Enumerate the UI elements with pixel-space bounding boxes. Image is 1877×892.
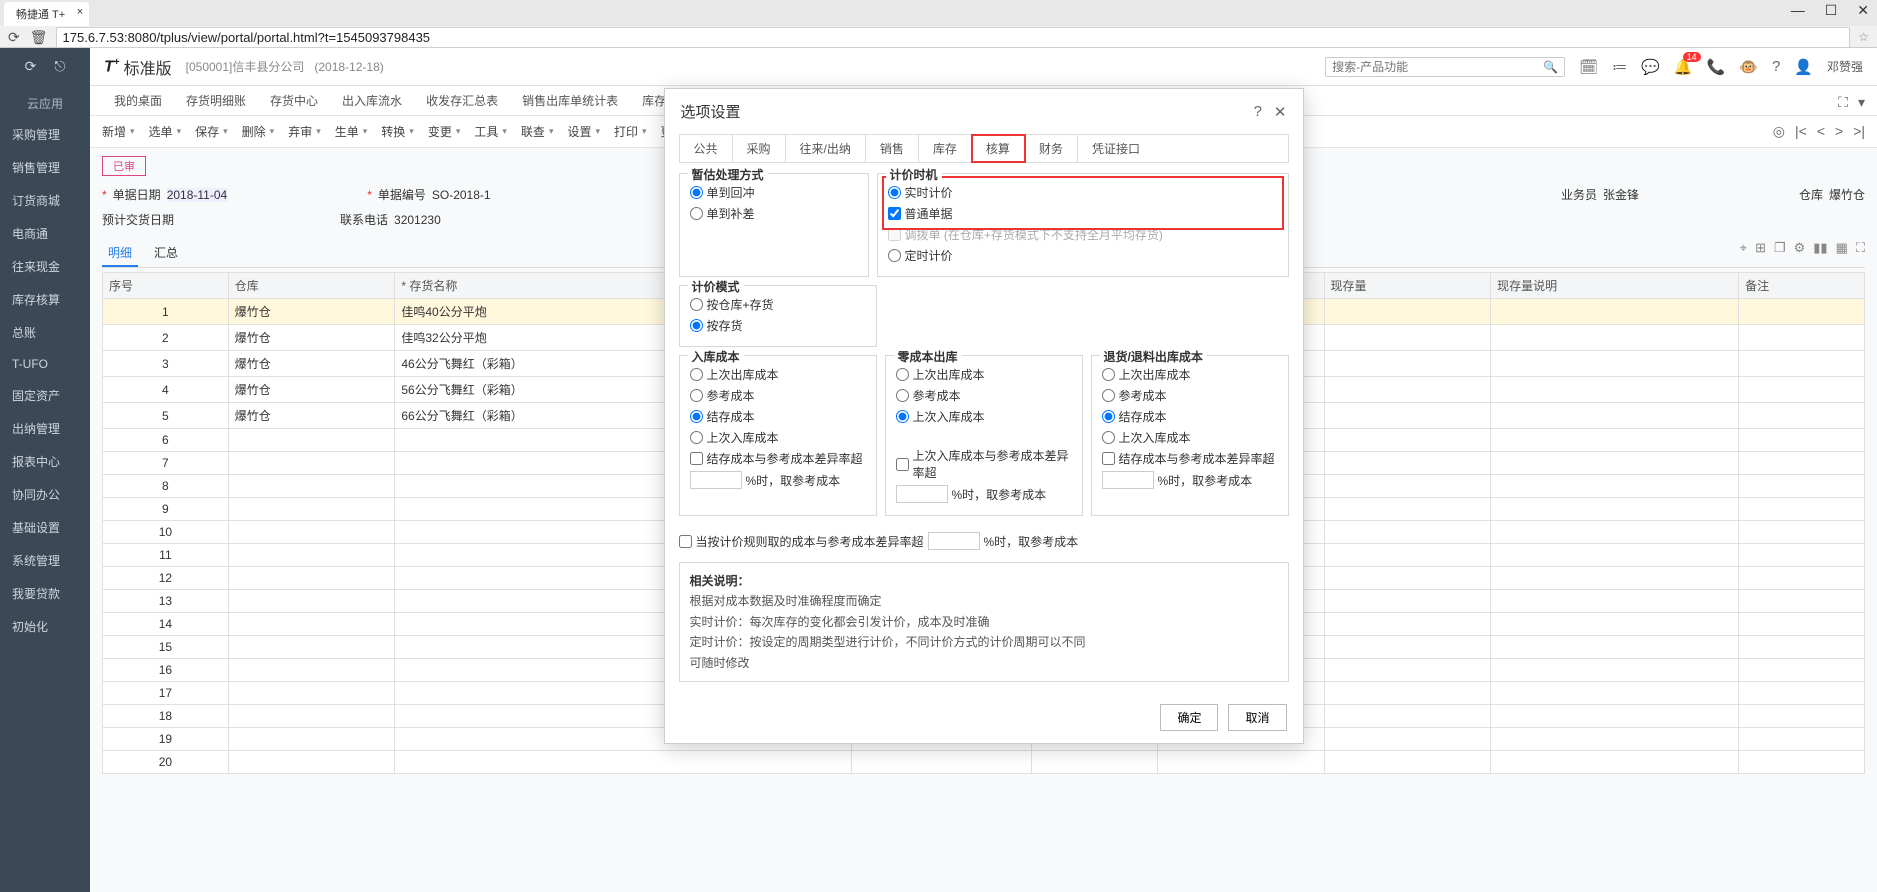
sidebar-item[interactable]: 系统管理 [0,544,90,577]
percent-input[interactable] [690,471,742,489]
radio-option[interactable]: 上次入库成本 [1102,427,1278,448]
checkbox-option[interactable]: 结存成本与参考成本差异率超 [1102,448,1278,469]
radio-option[interactable]: 上次出库成本 [896,364,1072,385]
sidebar-heading: 云应用 [0,85,90,118]
radio-option[interactable]: 上次出库成本 [690,364,866,385]
dialog-options: 选项设置 ? ✕ 公共采购往来/出纳销售库存核算财务凭证接口 暂估处理方式 单到… [664,88,1304,744]
close-icon[interactable]: × [77,6,83,18]
sidebar-item[interactable]: 基础设置 [0,511,90,544]
sidebar-item[interactable]: 出纳管理 [0,412,90,445]
dialog-tabs: 公共采购往来/出纳销售库存核算财务凭证接口 [679,134,1289,163]
modal-overlay: 选项设置 ? ✕ 公共采购往来/出纳销售库存核算财务凭证接口 暂估处理方式 单到… [90,48,1877,892]
close-icon[interactable]: ✕ [1274,103,1287,121]
group-title: 零成本出库 [894,348,962,365]
minimize-icon[interactable]: — [1791,2,1805,19]
star-icon[interactable]: ☆ [1858,30,1869,44]
refresh-icon[interactable]: ⟳ [8,29,20,46]
sidebar-item[interactable]: 采购管理 [0,118,90,151]
dialog-title: 选项设置 [681,101,741,122]
sidebar-item[interactable]: 固定资产 [0,379,90,412]
browser-tab[interactable]: 畅捷通 T+ × [4,2,89,26]
radio-option[interactable]: 参考成本 [1102,385,1278,406]
sidebar-item[interactable]: 库存核算 [0,283,90,316]
sidebar-item[interactable]: 我要贷款 [0,577,90,610]
notes-box: 相关说明： 根据对成本数据及时准确程度而确定 实时计价：每次库存的变化都会引发计… [679,562,1289,682]
dialog-tab[interactable]: 核算 [972,135,1025,162]
radio-option[interactable]: 按存货 [690,315,866,336]
help-icon[interactable]: ? [1254,103,1262,121]
percent-input[interactable] [896,485,948,503]
radio-option[interactable]: 上次入库成本 [896,406,1072,427]
ok-button[interactable]: 确定 [1160,704,1218,731]
sidebar-item[interactable]: 总账 [0,316,90,349]
dialog-tab[interactable]: 库存 [919,135,972,162]
checkbox-option[interactable]: 上次入库成本与参考成本差异率超 [896,445,1072,483]
dialog-tab[interactable]: 采购 [733,135,786,162]
maximize-icon[interactable]: ☐ [1825,2,1838,19]
radio-option[interactable]: 结存成本 [690,406,866,427]
radio-option[interactable]: 参考成本 [690,385,866,406]
refresh-icon[interactable]: ⟳ [25,58,37,75]
dialog-tab[interactable]: 公共 [680,135,733,162]
checkbox-option[interactable]: 当按计价规则取的成本与参考成本差异率超 %时，取参考成本 [679,530,1289,552]
checkbox-option[interactable]: 结存成本与参考成本差异率超 [690,448,866,469]
group-title: 入库成本 [688,348,744,365]
sidebar-item[interactable]: 初始化 [0,610,90,643]
trash-icon[interactable]: 🗑 [30,29,48,46]
radio-option[interactable]: 定时计价 [888,245,1278,266]
address-bar[interactable]: 175.6.7.53:8080/tplus/view/portal/portal… [56,27,1851,48]
dialog-tab[interactable]: 往来/出纳 [786,135,866,162]
window-controls: — ☐ ✕ [1791,2,1869,19]
logout-icon[interactable]: ⎋ [54,58,65,75]
browser-tab-title: 畅捷通 T+ [16,9,65,21]
radio-option[interactable]: 结存成本 [1102,406,1278,427]
sidebar-item[interactable]: 电商通 [0,217,90,250]
close-icon[interactable]: ✕ [1857,2,1869,19]
radio-option[interactable]: 上次出库成本 [1102,364,1278,385]
sidebar-item[interactable]: 报表中心 [0,445,90,478]
sidebar-item[interactable]: 订货商城 [0,184,90,217]
sidebar-item[interactable]: 往来现金 [0,250,90,283]
percent-input[interactable] [928,532,980,550]
radio-option[interactable]: 单到回冲 [690,182,858,203]
dialog-tab[interactable]: 财务 [1025,135,1078,162]
radio-option[interactable]: 单到补差 [690,203,858,224]
group-title: 计价时机 [886,166,942,183]
radio-option[interactable]: 上次入库成本 [690,427,866,448]
radio-option[interactable]: 参考成本 [896,385,1072,406]
radio-option[interactable]: 实时计价 [888,182,1278,203]
group-title: 暂估处理方式 [688,166,768,183]
dialog-tab[interactable]: 销售 [866,135,919,162]
group-title: 退货/退料出库成本 [1100,348,1207,365]
radio-option[interactable]: 按仓库+存货 [690,294,866,315]
left-sidebar: ⟳ ⎋ 云应用 采购管理销售管理订货商城电商通往来现金库存核算总账T-UFO固定… [0,48,90,892]
notes-title: 相关说明： [690,574,750,588]
checkbox-option[interactable]: 普通单据 [888,203,1278,224]
dialog-tab[interactable]: 凭证接口 [1078,135,1154,162]
sidebar-item[interactable]: 销售管理 [0,151,90,184]
percent-input[interactable] [1102,471,1154,489]
sidebar-item[interactable]: 协同办公 [0,478,90,511]
sidebar-item[interactable]: T-UFO [0,349,90,379]
checkbox-option: 调拨单 (在仓库+存货模式下不支持全月平均存货) [888,224,1278,245]
group-title: 计价模式 [688,278,744,295]
cancel-button[interactable]: 取消 [1228,704,1286,731]
